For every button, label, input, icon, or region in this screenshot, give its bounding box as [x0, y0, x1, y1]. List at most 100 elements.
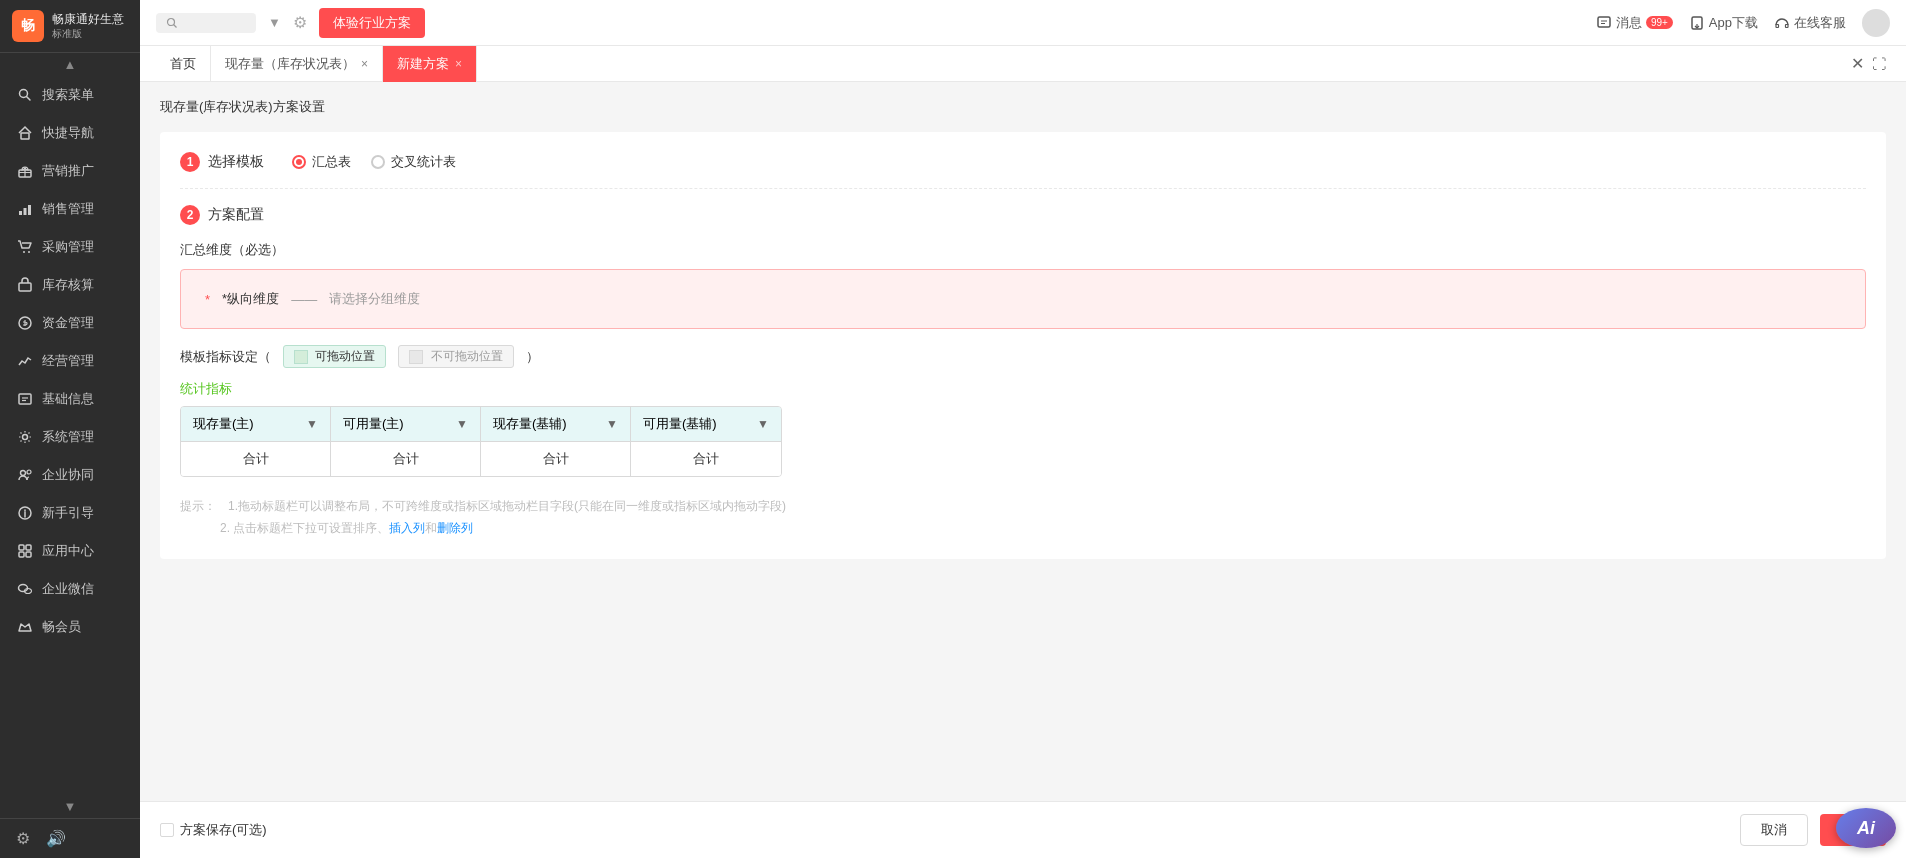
- col-2[interactable]: 现存量(基辅) ▼: [481, 407, 631, 441]
- tip-1: 提示： 1.拖动标题栏可以调整布局，不可跨维度或指标区域拖动栏目字段(只能在同一…: [180, 496, 1866, 518]
- sidebar-item-system[interactable]: 系统管理: [0, 418, 140, 456]
- cell-3: 合计: [631, 442, 781, 476]
- expand-window-icon[interactable]: ⛶: [1872, 56, 1886, 72]
- brand-text: 畅康通好生意 标准版: [52, 11, 124, 42]
- speaker-icon[interactable]: 🔊: [46, 829, 66, 848]
- tab-inventory-close[interactable]: ×: [361, 57, 368, 71]
- svg-rect-20: [19, 552, 24, 557]
- col-0-dropdown[interactable]: ▼: [306, 417, 318, 431]
- dropdown-icon[interactable]: ▼: [268, 15, 281, 30]
- sidebar-item-label: 新手引导: [42, 504, 94, 522]
- cancel-button[interactable]: 取消: [1740, 814, 1808, 846]
- svg-rect-21: [26, 552, 31, 557]
- topbar-settings-icon[interactable]: ⚙: [293, 13, 307, 32]
- message-item[interactable]: 消息 99+: [1596, 14, 1673, 32]
- user-avatar[interactable]: [1862, 9, 1890, 37]
- guide-icon: [16, 504, 34, 522]
- ai-float-button[interactable]: Ai: [1836, 808, 1896, 848]
- sidebar-item-app-center[interactable]: 应用中心: [0, 532, 140, 570]
- system-icon: [16, 428, 34, 446]
- sidebar-item-members[interactable]: 畅会员: [0, 608, 140, 646]
- col-1-dropdown[interactable]: ▼: [456, 417, 468, 431]
- sidebar-item-label: 企业微信: [42, 580, 94, 598]
- sidebar-item-label: 基础信息: [42, 390, 94, 408]
- svg-point-24: [168, 18, 175, 25]
- search-bar[interactable]: [156, 13, 256, 33]
- stats-table: 现存量(主) ▼ 可用量(主) ▼ 现存量(基辅) ▼ 可用量(基辅): [180, 406, 782, 477]
- box-icon: [16, 276, 34, 294]
- svg-point-22: [19, 585, 28, 592]
- sidebar-item-label: 销售管理: [42, 200, 94, 218]
- sidebar-scroll-up[interactable]: ▲: [0, 53, 140, 76]
- main-area: ▼ ⚙ 体验行业方案 消息 99+ App下载 在线客服 首页: [140, 0, 1906, 858]
- dimension-box[interactable]: * *纵向维度 —— 请选择分组维度: [180, 269, 1866, 329]
- sidebar-item-purchase[interactable]: 采购管理: [0, 228, 140, 266]
- finance-icon: [16, 314, 34, 332]
- insert-col-link[interactable]: 插入列: [389, 521, 425, 535]
- tab-inventory[interactable]: 现存量（库存状况表） ×: [211, 46, 383, 82]
- radio-cross[interactable]: 交叉统计表: [371, 153, 456, 171]
- sidebar-item-enterprise[interactable]: 企业协同: [0, 456, 140, 494]
- sidebar-item-label: 搜索菜单: [42, 86, 94, 104]
- tab-new-plan-close[interactable]: ×: [455, 57, 462, 71]
- svg-rect-11: [19, 394, 31, 404]
- svg-rect-9: [19, 283, 31, 291]
- svg-rect-19: [26, 545, 31, 550]
- svg-rect-5: [24, 208, 27, 215]
- divider1: [180, 188, 1866, 189]
- industry-plan-button[interactable]: 体验行业方案: [319, 8, 425, 38]
- bottom-bar: 方案保存(可选) 取消 查询: [140, 801, 1906, 858]
- save-option[interactable]: 方案保存(可选): [160, 821, 267, 839]
- col-1-label: 可用量(主): [343, 415, 404, 433]
- sidebar-item-wechat[interactable]: 企业微信: [0, 570, 140, 608]
- sidebar-item-inventory[interactable]: 库存核算: [0, 266, 140, 304]
- online-service-item[interactable]: 在线客服: [1774, 14, 1846, 32]
- sidebar-bottom: ⚙ 🔊: [0, 818, 140, 858]
- tabs-bar: 首页 现存量（库存状况表） × 新建方案 × ✕ ⛶: [140, 46, 1906, 82]
- sidebar: 畅 畅康通好生意 标准版 ▲ 搜索菜单 快捷导航 营销推广: [0, 0, 140, 858]
- col-3[interactable]: 可用量(基辅) ▼: [631, 407, 781, 441]
- sidebar-item-finance[interactable]: 资金管理: [0, 304, 140, 342]
- svg-rect-6: [28, 205, 31, 215]
- app-icon: [16, 542, 34, 560]
- indicator-setting: 模板指标设定（ 可拖动位置 不可拖动位置 ）: [180, 345, 1866, 368]
- sidebar-item-sales[interactable]: 销售管理: [0, 190, 140, 228]
- col-0[interactable]: 现存量(主) ▼: [181, 407, 331, 441]
- sidebar-scroll-down[interactable]: ▼: [0, 795, 140, 818]
- sidebar-item-basic[interactable]: 基础信息: [0, 380, 140, 418]
- svg-point-15: [21, 471, 26, 476]
- sidebar-item-label: 经营管理: [42, 352, 94, 370]
- sidebar-item-search-menu[interactable]: 搜索菜单: [0, 76, 140, 114]
- col-1[interactable]: 可用量(主) ▼: [331, 407, 481, 441]
- radio-summary-label: 汇总表: [312, 153, 351, 171]
- sidebar-item-quick-nav[interactable]: 快捷导航: [0, 114, 140, 152]
- sidebar-item-guide[interactable]: 新手引导: [0, 494, 140, 532]
- radio-summary[interactable]: 汇总表: [292, 153, 351, 171]
- delete-col-link[interactable]: 删除列: [437, 521, 473, 535]
- tab-new-plan-label: 新建方案: [397, 55, 449, 73]
- dimension-section-label: 汇总维度（必选）: [180, 241, 1866, 259]
- close-window-icon[interactable]: ✕: [1851, 54, 1864, 73]
- radio-dot-cross: [371, 155, 385, 169]
- svg-rect-29: [1776, 24, 1779, 27]
- settings-icon[interactable]: ⚙: [16, 829, 30, 848]
- sidebar-item-label: 应用中心: [42, 542, 94, 560]
- svg-rect-30: [1786, 24, 1789, 27]
- svg-rect-2: [21, 133, 29, 139]
- sidebar-item-marketing[interactable]: 营销推广: [0, 152, 140, 190]
- sidebar-item-operations[interactable]: 经营管理: [0, 342, 140, 380]
- tab-new-plan[interactable]: 新建方案 ×: [383, 46, 477, 82]
- app-download-item[interactable]: App下载: [1689, 14, 1758, 32]
- message-badge: 99+: [1646, 16, 1673, 29]
- col-2-dropdown[interactable]: ▼: [606, 417, 618, 431]
- tab-home[interactable]: 首页: [156, 46, 211, 82]
- svg-line-1: [27, 97, 31, 101]
- radio-dot-summary: [292, 155, 306, 169]
- col-0-label: 现存量(主): [193, 415, 254, 433]
- tip-2: 2. 点击标题栏下拉可设置排序、插入列和删除列: [220, 518, 1866, 540]
- save-checkbox[interactable]: [160, 823, 174, 837]
- col-3-dropdown[interactable]: ▼: [757, 417, 769, 431]
- sidebar-nav: 搜索菜单 快捷导航 营销推广 销售管理 采购管理: [0, 76, 140, 795]
- topbar-right: 消息 99+ App下载 在线客服: [1596, 9, 1890, 37]
- cell-0: 合计: [181, 442, 331, 476]
